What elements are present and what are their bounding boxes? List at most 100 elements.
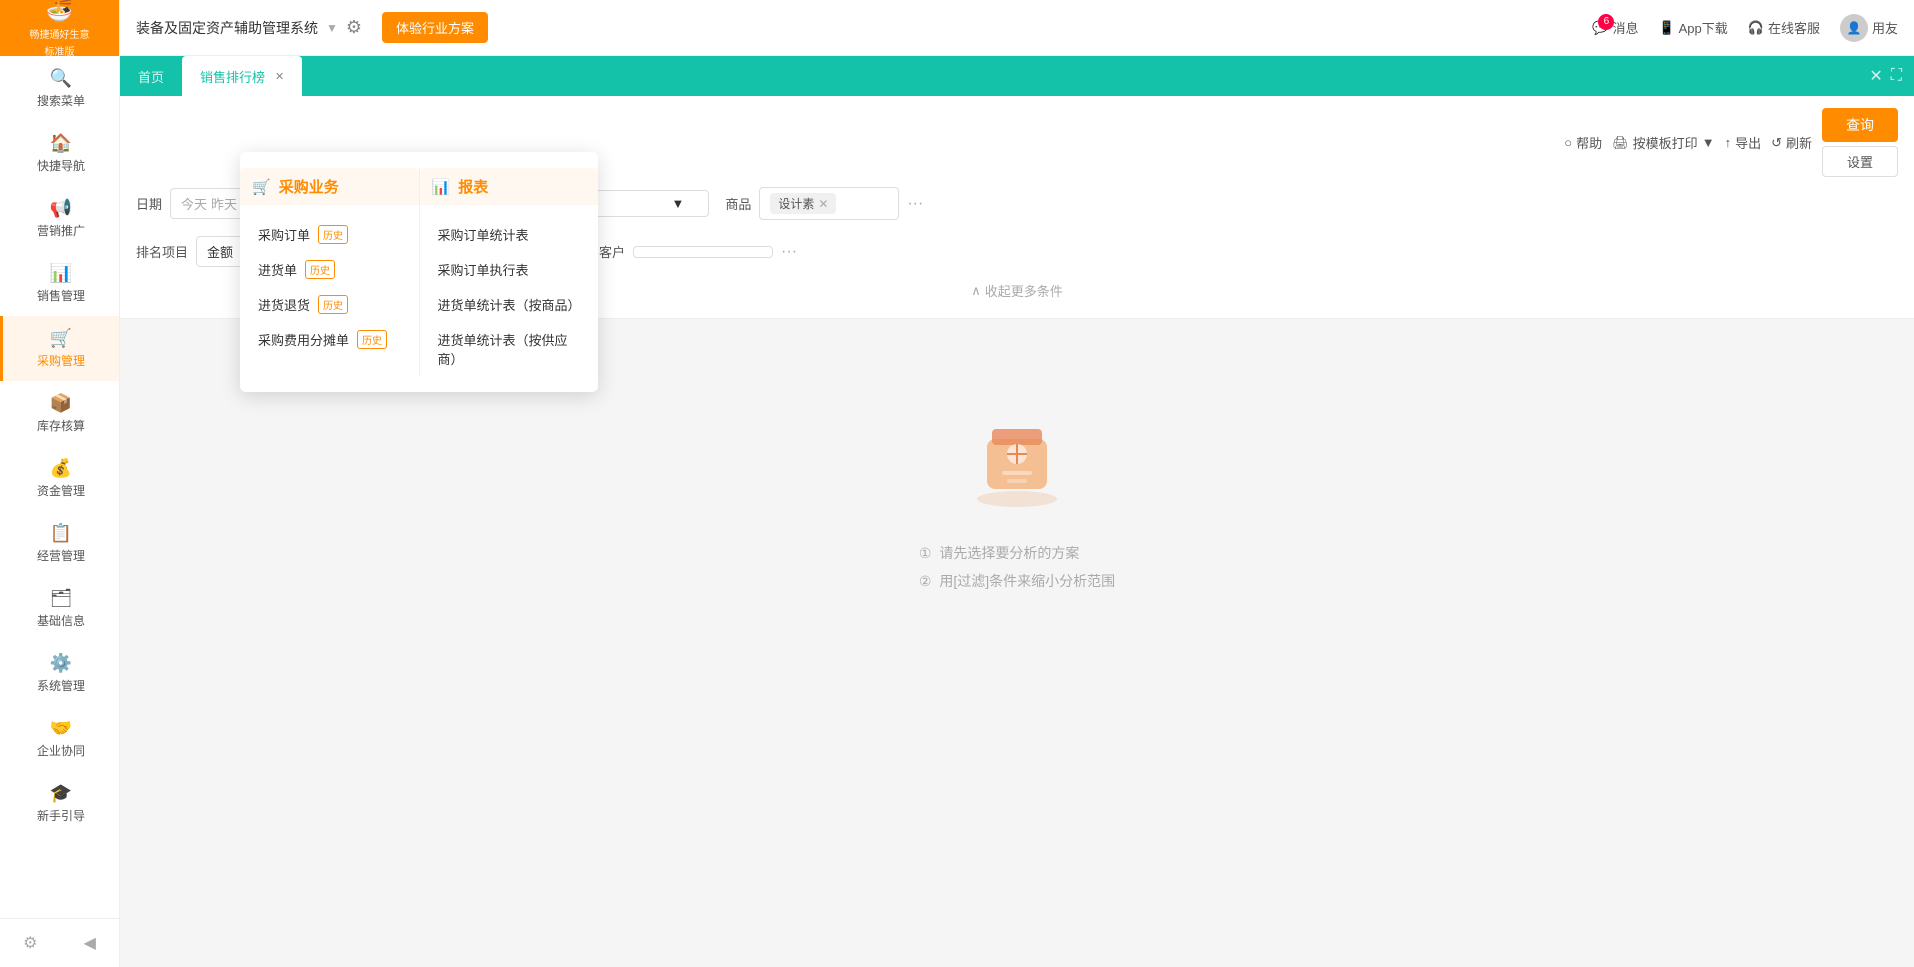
purchase-dropdown-menu: 🛒 采购业务 采购订单 历史 进货单 历史 进货退货 历史 采购费用分摊单 bbox=[240, 152, 598, 392]
sidebar-item-finance[interactable]: 💰 资金管理 bbox=[0, 446, 119, 511]
sidebar-item-marketing[interactable]: 📢 营销推广 bbox=[0, 186, 119, 251]
customer-input[interactable] bbox=[633, 246, 773, 258]
refresh-btn[interactable]: ↺ 刷新 bbox=[1771, 133, 1812, 152]
support-action[interactable]: 🎧 在线客服 bbox=[1748, 18, 1820, 37]
empty-hints: ① 请先选择要分析的方案 ② 用[过滤]条件来缩小分析范围 bbox=[919, 539, 1115, 595]
industry-btn[interactable]: 体验行业方案 bbox=[382, 12, 488, 43]
user-label: 用友 bbox=[1872, 18, 1898, 37]
purchase-order-item[interactable]: 采购订单 历史 bbox=[252, 217, 407, 252]
purchase-col-header: 🛒 采购业务 bbox=[240, 168, 419, 205]
goods-tag: 设计素 ✕ bbox=[770, 193, 836, 214]
avatar: 👤 bbox=[1840, 14, 1868, 42]
tab-sales-rank-label: 销售排行榜 bbox=[200, 67, 265, 86]
report-inbound-goods-item[interactable]: 进货单统计表（按商品） bbox=[432, 287, 587, 322]
sidebar-label-quick: 快捷导航 bbox=[37, 157, 85, 174]
goods-filter: 商品 设计素 ✕ ··· bbox=[725, 187, 923, 220]
purchase-icon: 🛒 bbox=[50, 328, 72, 349]
sidebar-item-system[interactable]: ⚙️ 系统管理 bbox=[0, 641, 119, 706]
purchase-expense-item[interactable]: 采购费用分摊单 历史 bbox=[252, 322, 407, 357]
avatar-icon: 👤 bbox=[1847, 21, 1862, 35]
collapse-text: 收起更多条件 bbox=[985, 281, 1063, 300]
sidebar-label-newbie: 新手引导 bbox=[37, 807, 85, 824]
customer-ellipsis[interactable]: ··· bbox=[781, 243, 797, 261]
query-button[interactable]: 查询 bbox=[1822, 108, 1898, 142]
goods-tag-close-icon[interactable]: ✕ bbox=[818, 197, 828, 211]
date-yesterday[interactable]: 昨天 bbox=[211, 194, 237, 213]
newbie-icon: 🎓 bbox=[50, 783, 72, 804]
print-label: 按模板打印 bbox=[1633, 133, 1698, 152]
system-chevron-icon: ▼ bbox=[326, 21, 338, 35]
date-today[interactable]: 今天 bbox=[181, 194, 207, 213]
customer-filter: 客户 ··· bbox=[599, 242, 797, 261]
sidebar-item-quick[interactable]: 🏠 快捷导航 bbox=[0, 121, 119, 186]
support-icon: 🎧 bbox=[1748, 20, 1764, 36]
top-header: 装备及固定资产辅助管理系统 ▼ ⚙ 体验行业方案 💬 6 消息 📱 App下载 … bbox=[120, 0, 1914, 56]
purchase-inbound-history-badge: 历史 bbox=[305, 260, 335, 279]
report-order-stat-label: 采购订单统计表 bbox=[438, 225, 529, 244]
report-inbound-supplier-label: 进货单统计表（按供应商） bbox=[438, 330, 581, 368]
report-order-exec-item[interactable]: 采购订单执行表 bbox=[432, 252, 587, 287]
customer-label: 客户 bbox=[599, 242, 625, 261]
tab-sales-rank[interactable]: 销售排行榜 ✕ bbox=[182, 56, 302, 96]
tab-close-icon[interactable]: ✕ bbox=[275, 70, 284, 83]
refresh-label: 刷新 bbox=[1786, 133, 1812, 152]
sidebar-item-newbie[interactable]: 🎓 新手引导 bbox=[0, 771, 119, 836]
app-download-action[interactable]: 📱 App下载 bbox=[1658, 18, 1727, 37]
sidebar-item-inventory[interactable]: 📦 库存核算 bbox=[0, 381, 119, 446]
print-btn[interactable]: 🖨 按模板打印 ▼ bbox=[1612, 133, 1714, 152]
sidebar-item-search[interactable]: 🔍 搜索菜单 bbox=[0, 56, 119, 121]
settings-icon[interactable]: ⚙ bbox=[346, 17, 362, 38]
export-icon: ↑ bbox=[1725, 135, 1732, 150]
purchase-col: 🛒 采购业务 采购订单 历史 进货单 历史 进货退货 历史 采购费用分摊单 bbox=[240, 168, 419, 376]
sidebar-item-sales[interactable]: 📊 销售管理 bbox=[0, 251, 119, 316]
report-order-stat-item[interactable]: 采购订单统计表 bbox=[432, 217, 587, 252]
hint-num-2: ② bbox=[919, 567, 932, 595]
report-order-exec-label: 采购订单执行表 bbox=[438, 260, 529, 279]
report-inbound-supplier-item[interactable]: 进货单统计表（按供应商） bbox=[432, 322, 587, 376]
goods-label: 商品 bbox=[725, 194, 751, 213]
purchase-return-label: 进货退货 bbox=[258, 295, 310, 314]
purchase-return-item[interactable]: 进货退货 历史 bbox=[252, 287, 407, 322]
refresh-icon: ↺ bbox=[1771, 135, 1782, 151]
collapse-icon: ∧ bbox=[971, 283, 981, 299]
system-name-area: 装备及固定资产辅助管理系统 ▼ ⚙ 体验行业方案 bbox=[136, 12, 1592, 43]
sidebar-item-basic[interactable]: 🗂 基础信息 bbox=[0, 576, 119, 641]
header-actions: 💬 6 消息 📱 App下载 🎧 在线客服 👤 用友 bbox=[1592, 14, 1898, 42]
sidebar-item-enterprise[interactable]: 🤝 企业协同 bbox=[0, 706, 119, 771]
purchase-inbound-label: 进货单 bbox=[258, 260, 297, 279]
goods-ellipsis[interactable]: ··· bbox=[907, 195, 923, 213]
app-icon: 📱 bbox=[1658, 20, 1674, 36]
message-label: 消息 bbox=[1612, 18, 1638, 37]
operation-icon: 📋 bbox=[50, 523, 72, 544]
help-btn[interactable]: ○ 帮助 bbox=[1564, 133, 1602, 152]
sidebar-item-purchase[interactable]: 🛒 采购管理 bbox=[0, 316, 119, 381]
enterprise-icon: 🤝 bbox=[50, 718, 72, 739]
set-button[interactable]: 设置 bbox=[1822, 146, 1898, 177]
sidebar-label-inventory: 库存核算 bbox=[37, 417, 85, 434]
system-icon: ⚙️ bbox=[50, 653, 72, 674]
tab-maximize-icon[interactable]: ⛶ bbox=[1891, 67, 1902, 85]
hint-text-2: 用[过滤]条件来缩小分析范围 bbox=[939, 567, 1115, 595]
settings-bottom-btn[interactable]: ⚙ bbox=[15, 929, 45, 957]
support-label: 在线客服 bbox=[1768, 18, 1820, 37]
sidebar: 🍜 畅捷通好生意 标准版 🔍 搜索菜单 🏠 快捷导航 📢 营销推广 📊 销售管理… bbox=[0, 0, 120, 967]
logo-icon: 🍜 bbox=[46, 0, 73, 24]
goods-input[interactable]: 设计素 ✕ bbox=[759, 187, 899, 220]
tab-minimize-icon[interactable]: ✕ bbox=[1869, 66, 1882, 86]
sidebar-label-system: 系统管理 bbox=[37, 677, 85, 694]
collapse-sidebar-btn[interactable]: ◀ bbox=[76, 929, 104, 957]
sidebar-label-sales: 销售管理 bbox=[37, 287, 85, 304]
main-content: 装备及固定资产辅助管理系统 ▼ ⚙ 体验行业方案 💬 6 消息 📱 App下载 … bbox=[120, 0, 1914, 967]
rank-label: 排名项目 bbox=[136, 242, 188, 261]
tab-home[interactable]: 首页 bbox=[120, 56, 182, 96]
purchase-inbound-item[interactable]: 进货单 历史 bbox=[252, 252, 407, 287]
sidebar-item-operation[interactable]: 📋 经营管理 bbox=[0, 511, 119, 576]
message-action[interactable]: 💬 6 消息 bbox=[1592, 18, 1638, 37]
page-body: ○ 帮助 🖨 按模板打印 ▼ ↑ 导出 ↺ 刷新 查询 bbox=[120, 96, 1914, 967]
sidebar-nav: 🔍 搜索菜单 🏠 快捷导航 📢 营销推广 📊 销售管理 🛒 采购管理 📦 库存核… bbox=[0, 56, 119, 918]
user-action[interactable]: 👤 用友 bbox=[1840, 14, 1898, 42]
tab-window-btns: ✕ ⛶ bbox=[1869, 66, 1914, 86]
hint-text-1: 请先选择要分析的方案 bbox=[939, 539, 1079, 567]
export-btn[interactable]: ↑ 导出 bbox=[1725, 133, 1762, 152]
basic-icon: 🗂 bbox=[50, 588, 73, 609]
